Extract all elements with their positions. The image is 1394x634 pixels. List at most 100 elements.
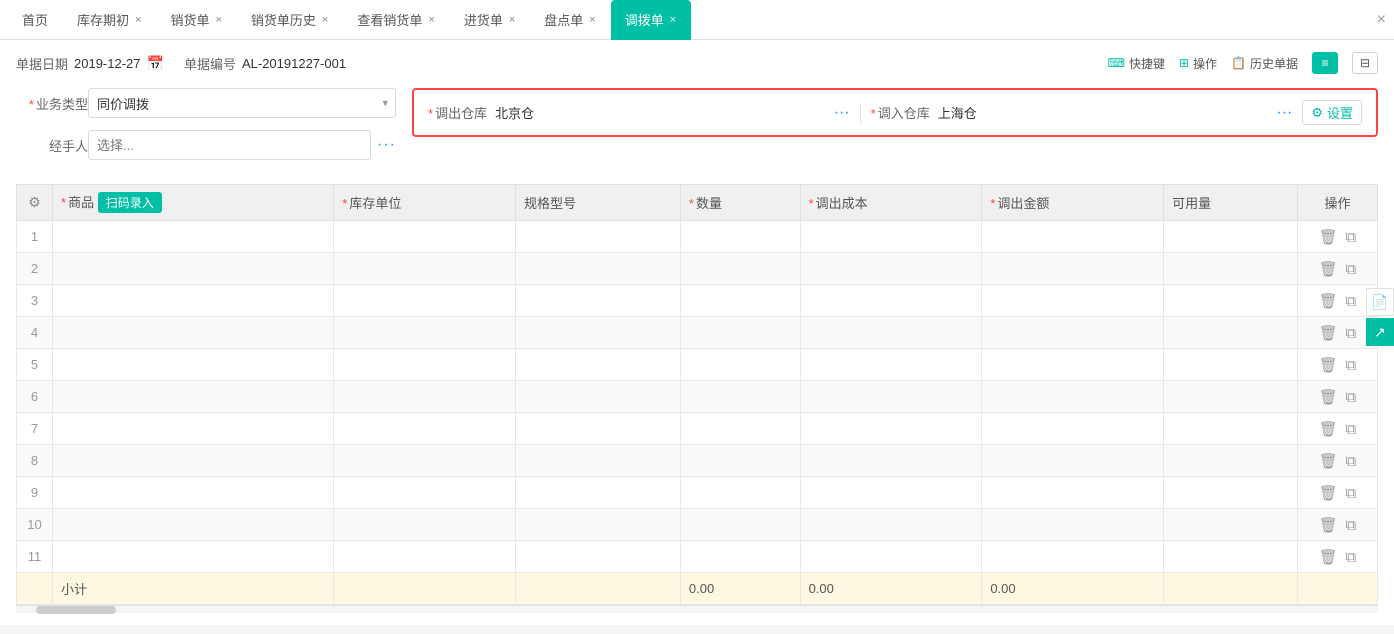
row-spec-cell (516, 381, 681, 413)
copy-row-icon[interactable]: ⧉ (1345, 389, 1356, 406)
scrollbar-thumb[interactable] (36, 606, 116, 614)
warehouse-out-item: *调出仓库 北京仓 ··· (428, 103, 850, 122)
tab-close-transfer[interactable]: × (670, 14, 676, 26)
delete-row-icon[interactable]: 🗑 (1319, 357, 1338, 374)
tab-close-purchase[interactable]: × (509, 14, 515, 26)
list2-icon: ⊟ (1360, 56, 1370, 70)
row-goods-cell[interactable] (53, 445, 334, 477)
delete-row-icon[interactable]: 🗑 (1319, 549, 1338, 566)
close-all-tabs-icon[interactable]: × (1377, 11, 1386, 29)
handler-row: 经手人 ··· (16, 130, 396, 160)
delete-row-icon[interactable]: 🗑 (1319, 229, 1338, 246)
copy-row-icon[interactable]: ⧉ (1345, 293, 1356, 310)
col-amount: *调出金额 (982, 185, 1164, 221)
row-amount-cell (982, 541, 1164, 573)
warehouse-in-label: *调入仓库 (871, 103, 930, 122)
row-cost-cell (800, 509, 982, 541)
row-goods-cell[interactable] (53, 509, 334, 541)
data-table: ⚙ *商品 扫码录入 *库存单位 规格型号 *数量 (16, 184, 1378, 605)
warehouse-out-ellipsis-btn[interactable]: ··· (834, 104, 850, 122)
handler-input[interactable] (88, 130, 371, 160)
tab-close-inventory-init[interactable]: × (135, 14, 141, 26)
table-row: 11 🗑 ⧉ (17, 541, 1378, 573)
scan-btn[interactable]: 扫码录入 (98, 192, 162, 213)
row-goods-cell[interactable] (53, 477, 334, 509)
copy-row-icon[interactable]: ⧉ (1345, 325, 1356, 342)
business-type-input[interactable] (88, 88, 396, 118)
row-available-cell (1164, 445, 1298, 477)
row-ops-cell: 🗑 ⧉ (1298, 445, 1378, 477)
float-expand-btn[interactable]: ↗ (1366, 318, 1394, 346)
copy-row-icon[interactable]: ⧉ (1345, 549, 1356, 566)
delete-row-icon[interactable]: 🗑 (1319, 485, 1338, 502)
table-row: 6 🗑 ⧉ (17, 381, 1378, 413)
history-label: 历史单据 (1250, 55, 1298, 72)
row-goods-cell[interactable] (53, 317, 334, 349)
table-row: 5 🗑 ⧉ (17, 349, 1378, 381)
copy-row-icon[interactable]: ⧉ (1345, 517, 1356, 534)
doc-info-right: ⌨ 快捷键 ⊞ 操作 📋 历史单据 ≡ ⊟ (1108, 52, 1378, 74)
tab-inventory-check[interactable]: 盘点单 × (530, 0, 610, 40)
float-notes-btn[interactable]: 📄 (1366, 288, 1394, 316)
copy-row-icon[interactable]: ⧉ (1345, 421, 1356, 438)
tab-view-sales[interactable]: 查看销货单 × (343, 0, 449, 40)
delete-row-icon[interactable]: 🗑 (1319, 325, 1338, 342)
row-available-cell (1164, 221, 1298, 253)
row-num-cell: 10 (17, 509, 53, 541)
footer-unit-cell (334, 573, 516, 605)
list-view-btn-2[interactable]: ⊟ (1352, 52, 1378, 74)
row-spec-cell (516, 413, 681, 445)
row-goods-cell[interactable] (53, 381, 334, 413)
handler-ellipsis-btn[interactable]: ··· (377, 136, 396, 154)
row-available-cell (1164, 509, 1298, 541)
row-ops-cell: 🗑 ⧉ (1298, 253, 1378, 285)
shortcut-btn[interactable]: ⌨ 快捷键 (1108, 55, 1165, 72)
row-goods-cell[interactable] (53, 253, 334, 285)
history-btn[interactable]: 📋 历史单据 (1231, 55, 1298, 72)
copy-row-icon[interactable]: ⧉ (1345, 485, 1356, 502)
calendar-icon[interactable]: 📅 (147, 55, 164, 72)
copy-row-icon[interactable]: ⧉ (1345, 229, 1356, 246)
row-spec-cell (516, 317, 681, 349)
delete-row-icon[interactable]: 🗑 (1319, 261, 1338, 278)
delete-row-icon[interactable]: 🗑 (1319, 389, 1338, 406)
copy-row-icon[interactable]: ⧉ (1345, 453, 1356, 470)
row-goods-cell[interactable] (53, 349, 334, 381)
delete-row-icon[interactable]: 🗑 (1319, 517, 1338, 534)
settings-btn[interactable]: ⚙ 设置 (1302, 100, 1362, 125)
row-goods-cell[interactable] (53, 285, 334, 317)
row-cost-cell (800, 253, 982, 285)
row-qty-cell (680, 221, 800, 253)
delete-row-icon[interactable]: 🗑 (1319, 453, 1338, 470)
table-gear-icon[interactable]: ⚙ (28, 194, 41, 210)
tab-close-inventory-check[interactable]: × (589, 14, 595, 26)
row-goods-cell[interactable] (53, 541, 334, 573)
footer-spec-cell (516, 573, 681, 605)
copy-row-icon[interactable]: ⧉ (1345, 261, 1356, 278)
row-qty-cell (680, 541, 800, 573)
row-goods-cell[interactable] (53, 413, 334, 445)
tab-purchase[interactable]: 进货单 × (450, 0, 530, 40)
row-qty-cell (680, 317, 800, 349)
doc-number-value: AL-20191227-001 (242, 56, 346, 71)
tab-close-sales-history[interactable]: × (322, 14, 328, 26)
list-view-btn-1[interactable]: ≡ (1312, 52, 1338, 74)
row-num-cell: 4 (17, 317, 53, 349)
tab-home[interactable]: 首页 (8, 0, 63, 40)
horizontal-scrollbar[interactable] (16, 605, 1378, 613)
tab-sales-history[interactable]: 销货单历史 × (237, 0, 343, 40)
row-unit-cell (334, 349, 516, 381)
delete-row-icon[interactable]: 🗑 (1319, 293, 1338, 310)
delete-row-icon[interactable]: 🗑 (1319, 421, 1338, 438)
operation-btn[interactable]: ⊞ 操作 (1179, 55, 1217, 72)
tab-close-sales-order[interactable]: × (215, 14, 221, 26)
row-qty-cell (680, 349, 800, 381)
copy-row-icon[interactable]: ⧉ (1345, 357, 1356, 374)
tab-close-view-sales[interactable]: × (428, 14, 434, 26)
tab-transfer[interactable]: 调拨单 × (611, 0, 691, 40)
tab-inventory-init[interactable]: 库存期初 × (63, 0, 156, 40)
row-goods-cell[interactable] (53, 221, 334, 253)
warehouse-in-ellipsis-btn[interactable]: ··· (1276, 104, 1292, 122)
row-available-cell (1164, 317, 1298, 349)
tab-sales-order[interactable]: 销货单 × (156, 0, 236, 40)
